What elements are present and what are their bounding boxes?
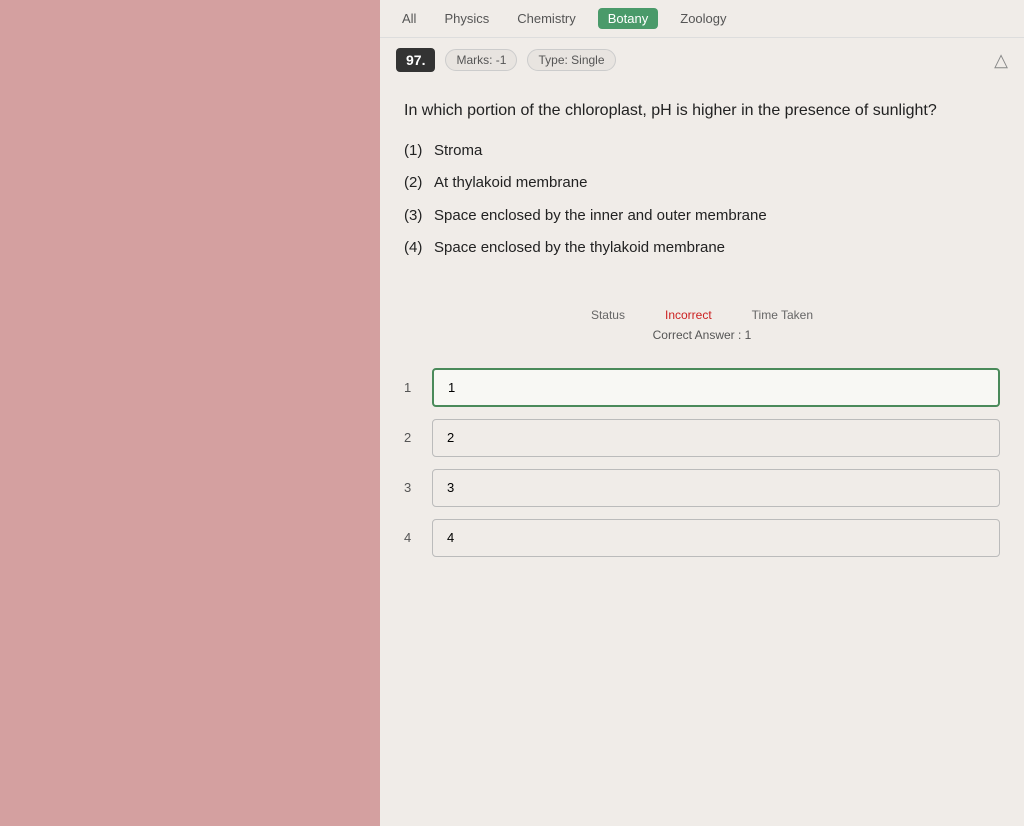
nav-botany[interactable]: Botany (598, 8, 658, 29)
option-2-num: (2) (404, 172, 434, 195)
option-1-num: (1) (404, 140, 434, 163)
nav-bar: All Physics Chemistry Botany Zoology (380, 0, 1024, 38)
status-label: Status (591, 308, 625, 322)
type-badge: Type: Single (527, 49, 615, 71)
option-1[interactable]: (1) Stroma (404, 140, 1000, 163)
question-header: 97. Marks: -1 Type: Single △ (380, 38, 1024, 82)
alert-icon: △ (994, 50, 1008, 71)
result-label: Incorrect (665, 308, 712, 322)
option-3-text: Space enclosed by the inner and outer me… (434, 205, 1000, 228)
answer-num-4: 4 (404, 530, 428, 545)
option-4-text: Space enclosed by the thylakoid membrane (434, 237, 1000, 260)
answer-box-3-label: 3 (447, 480, 454, 495)
option-4[interactable]: (4) Space enclosed by the thylakoid memb… (404, 237, 1000, 260)
answer-row-2[interactable]: 2 2 (404, 419, 1000, 457)
nav-all[interactable]: All (396, 8, 422, 29)
option-1-text: Stroma (434, 140, 1000, 163)
option-4-num: (4) (404, 237, 434, 260)
answer-box-2[interactable]: 2 (432, 419, 1000, 457)
question-number: 97. (396, 48, 435, 72)
answer-row-4[interactable]: 4 4 (404, 519, 1000, 557)
answer-row-1[interactable]: 1 1 (404, 368, 1000, 407)
option-3-num: (3) (404, 205, 434, 228)
correct-answer-label: Correct Answer : 1 (653, 328, 752, 342)
option-2-text: At thylakoid membrane (434, 172, 1000, 195)
nav-physics[interactable]: Physics (438, 8, 495, 29)
answer-box-2-label: 2 (447, 430, 454, 445)
answer-options: 1 1 2 2 3 3 4 4 (380, 368, 1024, 557)
answer-num-2: 2 (404, 430, 428, 445)
question-body: In which portion of the chloroplast, pH … (380, 82, 1024, 286)
main-content: All Physics Chemistry Botany Zoology 97.… (380, 0, 1024, 826)
status-row: Status Incorrect Time Taken (404, 308, 1000, 322)
question-text: In which portion of the chloroplast, pH … (404, 98, 1000, 124)
answer-box-4-label: 4 (447, 530, 454, 545)
option-3[interactable]: (3) Space enclosed by the inner and oute… (404, 205, 1000, 228)
correct-answer-row: Correct Answer : 1 (404, 328, 1000, 342)
option-2[interactable]: (2) At thylakoid membrane (404, 172, 1000, 195)
status-section: Status Incorrect Time Taken Correct Answ… (380, 296, 1024, 368)
options-list: (1) Stroma (2) At thylakoid membrane (3)… (404, 140, 1000, 260)
answer-num-3: 3 (404, 480, 428, 495)
answer-box-1-label: 1 (448, 380, 455, 395)
answer-box-3[interactable]: 3 (432, 469, 1000, 507)
nav-chemistry[interactable]: Chemistry (511, 8, 582, 29)
nav-zoology[interactable]: Zoology (674, 8, 732, 29)
left-panel (0, 0, 380, 826)
answer-num-1: 1 (404, 380, 428, 395)
answer-box-1[interactable]: 1 (432, 368, 1000, 407)
time-label: Time Taken (752, 308, 813, 322)
marks-badge: Marks: -1 (445, 49, 517, 71)
answer-box-4[interactable]: 4 (432, 519, 1000, 557)
answer-row-3[interactable]: 3 3 (404, 469, 1000, 507)
